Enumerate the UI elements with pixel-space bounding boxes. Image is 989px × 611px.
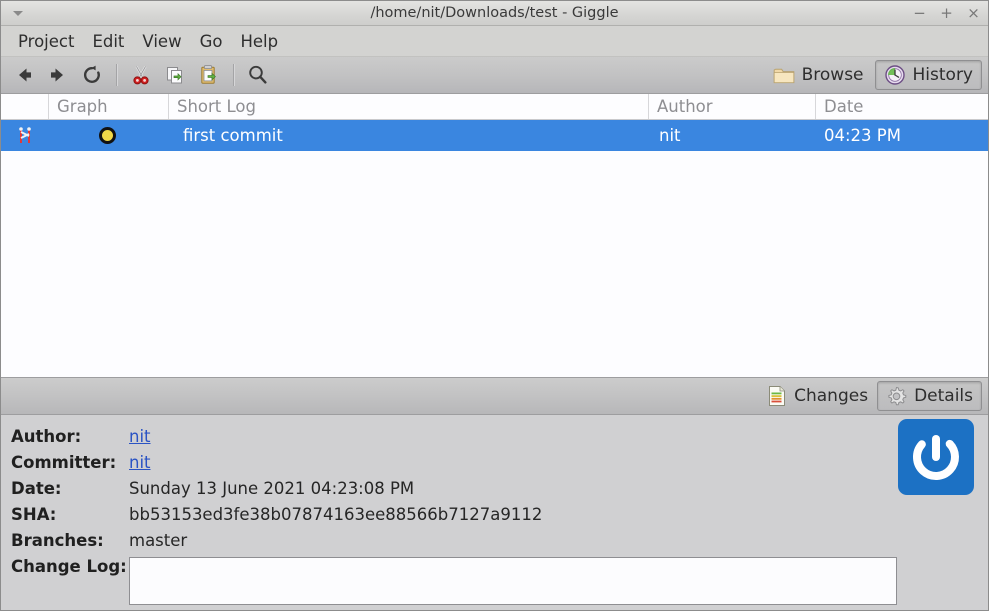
window-title: /home/nit/Downloads/test - Giggle bbox=[370, 5, 619, 21]
cut-button[interactable] bbox=[124, 60, 158, 90]
menu-item-view[interactable]: View bbox=[133, 30, 190, 53]
commit-details-pane: Author: nit Committer: nit Date: Sunday … bbox=[1, 415, 988, 610]
maximize-button[interactable]: + bbox=[940, 5, 953, 21]
toolbar-separator-1 bbox=[116, 64, 117, 86]
menu-item-edit[interactable]: Edit bbox=[83, 30, 133, 53]
detail-label-changelog: Change Log: bbox=[11, 557, 127, 576]
window-controls: − + × bbox=[913, 5, 980, 21]
copy-button[interactable] bbox=[158, 60, 192, 90]
commit-list-empty-area[interactable] bbox=[1, 151, 988, 377]
arrow-right-icon bbox=[51, 68, 63, 82]
minimize-button[interactable]: − bbox=[913, 5, 926, 21]
commit-list-header: Graph Short Log Author Date bbox=[1, 94, 988, 120]
detail-value-branches: master bbox=[129, 531, 188, 550]
scissors-icon bbox=[133, 65, 149, 85]
search-button[interactable] bbox=[241, 60, 275, 90]
row-date: 04:23 PM bbox=[824, 126, 901, 145]
menu-item-go[interactable]: Go bbox=[191, 30, 232, 53]
magnifier-icon bbox=[249, 65, 267, 84]
row-graph-cell bbox=[49, 120, 169, 151]
history-toggle-button[interactable]: History bbox=[874, 60, 982, 90]
detail-label-committer: Committer: bbox=[11, 453, 117, 472]
refresh-button[interactable] bbox=[75, 60, 109, 90]
giggle-logo-icon bbox=[913, 434, 959, 480]
detail-label-date: Date: bbox=[11, 479, 62, 498]
column-header-icon[interactable] bbox=[1, 94, 49, 119]
graph-node-icon bbox=[99, 127, 116, 144]
window-menu-button[interactable] bbox=[7, 4, 29, 23]
column-header-short-log[interactable]: Short Log bbox=[169, 94, 649, 119]
giggle-logo bbox=[898, 419, 974, 495]
browse-toggle-label: Browse bbox=[801, 65, 864, 85]
changelog-textarea[interactable] bbox=[129, 557, 897, 605]
detail-label-branches: Branches: bbox=[11, 531, 104, 550]
detail-label-author: Author: bbox=[11, 427, 82, 446]
detail-row-date: Date: Sunday 13 June 2021 04:23:08 PM bbox=[11, 477, 988, 500]
detail-value-committer[interactable]: nit bbox=[129, 451, 151, 474]
details-toggle-label: Details bbox=[914, 386, 973, 406]
copy-icon bbox=[167, 67, 182, 84]
giggle-main-window: /home/nit/Downloads/test - Giggle − + × … bbox=[0, 0, 989, 611]
commit-list: Graph Short Log Author Date first commit bbox=[1, 94, 988, 378]
detail-row-changelog: Change Log: bbox=[11, 555, 988, 605]
row-short-log: first commit bbox=[183, 126, 283, 145]
changes-toggle-button[interactable]: Changes bbox=[758, 381, 877, 411]
gear-icon bbox=[888, 386, 907, 405]
detail-value-sha: bb53153ed3fe38b07874163ee88566b7127a9112 bbox=[129, 505, 543, 524]
detail-row-branches: Branches: master bbox=[11, 529, 988, 552]
detail-row-committer: Committer: nit bbox=[11, 451, 988, 474]
detail-value-date: Sunday 13 June 2021 04:23:08 PM bbox=[129, 479, 415, 498]
paste-button[interactable] bbox=[192, 60, 226, 90]
folder-icon bbox=[773, 68, 794, 83]
arrow-left-icon bbox=[19, 68, 31, 82]
clock-history-icon bbox=[884, 65, 905, 85]
branch-marker-icon bbox=[18, 126, 31, 143]
detail-value-author[interactable]: nit bbox=[129, 425, 151, 448]
browse-toggle-button[interactable]: Browse bbox=[764, 60, 873, 90]
refresh-icon bbox=[83, 65, 100, 83]
column-header-date[interactable]: Date bbox=[816, 94, 988, 119]
detail-row-sha: SHA: bb53153ed3fe38b07874163ee88566b7127… bbox=[11, 503, 988, 526]
window-menu-triangle-icon bbox=[13, 10, 23, 16]
history-toggle-label: History bbox=[912, 65, 973, 85]
detail-row-author: Author: nit bbox=[11, 425, 988, 448]
column-header-graph[interactable]: Graph bbox=[49, 94, 169, 119]
back-button[interactable] bbox=[7, 60, 41, 90]
detail-panel-toolbar: Changes Details bbox=[1, 378, 988, 415]
paste-icon bbox=[201, 65, 216, 84]
detail-label-sha: SHA: bbox=[11, 505, 57, 524]
title-bar: /home/nit/Downloads/test - Giggle − + × bbox=[1, 1, 988, 26]
row-status-icon-cell bbox=[1, 120, 49, 151]
toolbar-view-toggles: Browse History bbox=[764, 60, 982, 90]
toolbar: Browse History bbox=[1, 57, 988, 94]
document-lines-icon bbox=[769, 386, 786, 406]
column-header-author[interactable]: Author bbox=[649, 94, 816, 119]
details-toggle-button[interactable]: Details bbox=[877, 381, 982, 411]
menu-bar: Project Edit View Go Help bbox=[1, 26, 988, 57]
close-button[interactable]: × bbox=[967, 5, 980, 21]
changes-toggle-label: Changes bbox=[794, 386, 869, 406]
forward-button[interactable] bbox=[41, 60, 75, 90]
toolbar-separator-2 bbox=[233, 64, 234, 86]
menu-item-help[interactable]: Help bbox=[231, 30, 287, 53]
table-row[interactable]: first commit nit 04:23 PM bbox=[1, 120, 988, 151]
menu-item-project[interactable]: Project bbox=[9, 30, 83, 53]
row-author: nit bbox=[659, 126, 681, 145]
